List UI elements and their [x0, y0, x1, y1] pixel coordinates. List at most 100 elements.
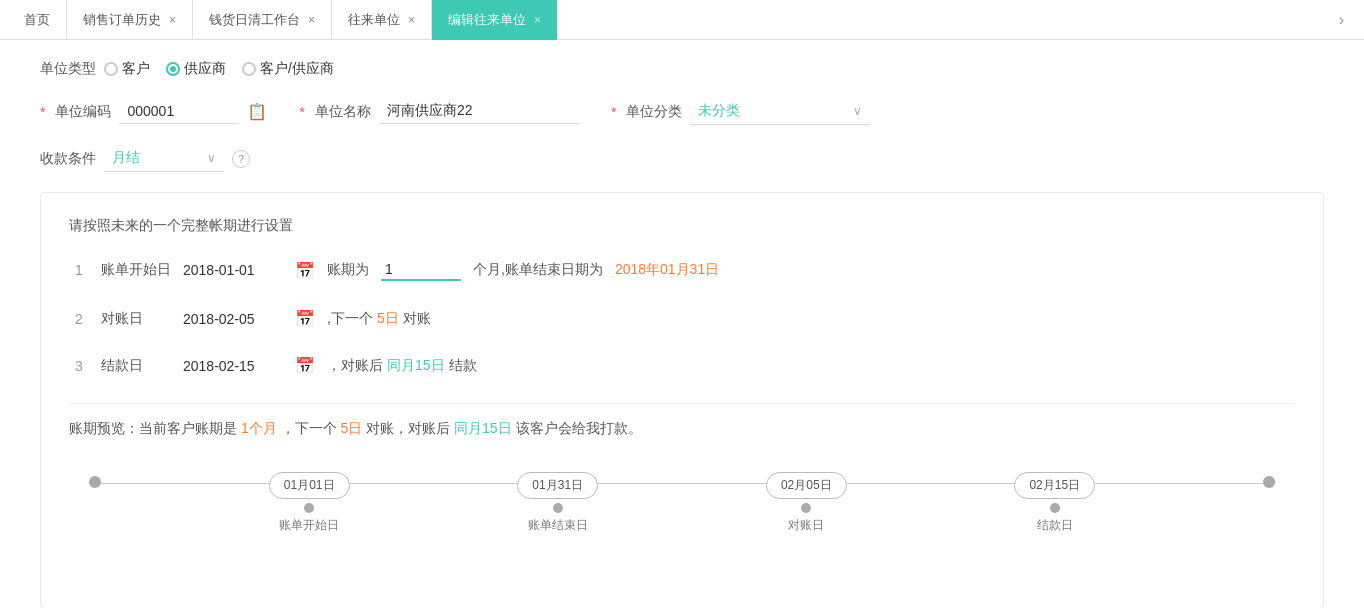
- preview-suffix: 该客户会给我打款。: [516, 420, 642, 436]
- period-desc-prefix: 账期为: [327, 261, 369, 279]
- reconcile-desc: ,下一个5日对账: [327, 310, 431, 328]
- tab-partner[interactable]: 往来单位 ×: [332, 0, 432, 40]
- payment-desc: ，对账后同月15日结款: [327, 357, 477, 375]
- timeline-dot-2: [553, 503, 563, 513]
- payment-terms-value: 月结: [112, 149, 199, 167]
- preview-day-orange: 5日: [340, 420, 362, 436]
- radio-supplier-circle: [166, 62, 180, 76]
- tab-close-cash-work[interactable]: ×: [308, 13, 315, 27]
- period-desc-unit: 个月,账单结束日期为: [473, 261, 603, 279]
- unit-category-field: * 单位分类 未分类 ∨: [611, 98, 870, 125]
- unit-category-arrow-icon: ∨: [853, 104, 862, 118]
- unit-code-required: *: [40, 104, 45, 120]
- row-num-2: 2: [69, 311, 89, 327]
- payment-terms-field: 收款条件 月结 ∨ ?: [40, 145, 250, 172]
- radio-customer-supplier-circle: [242, 62, 256, 76]
- preview-mid2: 对账，对账后: [366, 420, 450, 436]
- timeline-node-3: 02月05日 对账日: [766, 472, 847, 534]
- tab-close-partner[interactable]: ×: [408, 13, 415, 27]
- reconcile-date: 2018-02-05: [183, 311, 283, 327]
- unit-name-field: * 单位名称: [299, 99, 578, 124]
- timeline-label-2: 账单结束日: [528, 517, 588, 534]
- timeline-label-4: 结款日: [1037, 517, 1073, 534]
- timeline-label-3: 对账日: [788, 517, 824, 534]
- radio-customer-supplier-label: 客户/供应商: [260, 60, 334, 78]
- radio-supplier-label: 供应商: [184, 60, 226, 78]
- unit-type-row: 单位类型 客户 供应商 客户/供应商: [40, 60, 1324, 78]
- main-content: 单位类型 客户 供应商 客户/供应商 * 单位编码: [0, 40, 1364, 608]
- preview-day-teal: 同月15日: [454, 420, 512, 436]
- timeline-start-dot-circle: [89, 476, 101, 488]
- timeline-label-1: 账单开始日: [279, 517, 339, 534]
- radio-customer[interactable]: 客户: [104, 60, 150, 78]
- unit-name-label: 单位名称: [315, 103, 371, 121]
- timeline-end-dot: [1263, 472, 1275, 488]
- preview-prefix: 账期预览：当前客户账期是: [69, 420, 237, 436]
- unit-type-label: 单位类型: [40, 60, 96, 78]
- unit-code-label: 单位编码: [55, 103, 111, 121]
- radio-customer-circle: [104, 62, 118, 76]
- timeline-badge-3: 02月05日: [766, 472, 847, 499]
- unit-name-required: *: [299, 104, 304, 120]
- radio-customer-supplier[interactable]: 客户/供应商: [242, 60, 334, 78]
- tab-bar: 首页 销售订单历史 × 钱货日清工作台 × 往来单位 × 编辑往来单位 × ›: [0, 0, 1364, 40]
- unit-category-label: 单位分类: [626, 103, 682, 121]
- tab-close-edit-partner[interactable]: ×: [534, 13, 541, 27]
- preview-text: 账期预览：当前客户账期是 1个月 ，下一个 5日 对账，对账后 同月15日 该客…: [69, 420, 1295, 438]
- account-end-date-highlight: 2018年01月31日: [615, 261, 719, 279]
- radio-customer-label: 客户: [122, 60, 150, 78]
- setting-row-1: 1 账单开始日 2018-01-01 📅 账期为 个月,账单结束日期为 2018…: [69, 259, 1295, 281]
- payment-terms-row: 收款条件 月结 ∨ ?: [40, 145, 1324, 172]
- tab-sales-history[interactable]: 销售订单历史 ×: [67, 0, 193, 40]
- payment-terms-label: 收款条件: [40, 150, 96, 168]
- payment-terms-dropdown[interactable]: 月结 ∨: [104, 145, 224, 172]
- timeline-start-dot: [89, 472, 101, 488]
- setting-row-3: 3 结款日 2018-02-15 📅 ，对账后同月15日结款: [69, 356, 1295, 375]
- settings-panel: 请按照未来的一个完整帐期进行设置 1 账单开始日 2018-01-01 📅 账期…: [40, 192, 1324, 608]
- tab-cash-work[interactable]: 钱货日清工作台 ×: [193, 0, 332, 40]
- account-start-calendar-icon[interactable]: 📅: [295, 261, 315, 280]
- preview-mid1: ，下一个: [281, 420, 337, 436]
- panel-title: 请按照未来的一个完整帐期进行设置: [69, 217, 1295, 235]
- payment-day-highlight: 同月15日: [387, 357, 445, 375]
- unit-info-row: * 单位编码 📋 * 单位名称 * 单位分类 未分类 ∨: [40, 98, 1324, 125]
- payment-terms-arrow-icon: ∨: [207, 151, 216, 165]
- timeline-dot-4: [1050, 503, 1060, 513]
- timeline-dot-3: [801, 503, 811, 513]
- timeline-node-1: 01月01日 账单开始日: [269, 472, 350, 534]
- reconcile-label: 对账日: [101, 310, 171, 328]
- row-num-1: 1: [69, 262, 89, 278]
- timeline-dot-1: [304, 503, 314, 513]
- unit-category-value: 未分类: [698, 102, 845, 120]
- reconcile-calendar-icon[interactable]: 📅: [295, 309, 315, 328]
- preview-section: 账期预览：当前客户账期是 1个月 ，下一个 5日 对账，对账后 同月15日 该客…: [69, 403, 1295, 584]
- unit-name-input[interactable]: [379, 99, 579, 124]
- payment-date: 2018-02-15: [183, 358, 283, 374]
- timeline-badge-1: 01月01日: [269, 472, 350, 499]
- account-start-date: 2018-01-01: [183, 262, 283, 278]
- timeline-container: 01月01日 账单开始日 01月31日 账单结束日 02月05日: [69, 462, 1295, 584]
- period-value-input[interactable]: [381, 259, 461, 281]
- tab-edit-partner[interactable]: 编辑往来单位 ×: [432, 0, 558, 40]
- payment-terms-help-icon[interactable]: ?: [232, 150, 250, 168]
- unit-code-calendar-icon[interactable]: 📋: [247, 102, 267, 121]
- payment-calendar-icon[interactable]: 📅: [295, 356, 315, 375]
- tab-more-button[interactable]: ›: [1327, 11, 1356, 29]
- tab-close-sales-history[interactable]: ×: [169, 13, 176, 27]
- timeline-end-dot-circle: [1263, 476, 1275, 488]
- row-num-3: 3: [69, 358, 89, 374]
- unit-category-required: *: [611, 104, 616, 120]
- timeline-badge-2: 01月31日: [517, 472, 598, 499]
- unit-type-radio-group: 客户 供应商 客户/供应商: [104, 60, 334, 78]
- unit-code-input[interactable]: [119, 99, 239, 124]
- preview-period: 1个月: [241, 420, 277, 436]
- payment-label: 结款日: [101, 357, 171, 375]
- unit-code-field: * 单位编码 📋: [40, 99, 267, 124]
- timeline-node-4: 02月15日 结款日: [1014, 472, 1095, 534]
- tab-home[interactable]: 首页: [8, 0, 67, 40]
- unit-category-dropdown[interactable]: 未分类 ∨: [690, 98, 870, 125]
- setting-row-2: 2 对账日 2018-02-05 📅 ,下一个5日对账: [69, 309, 1295, 328]
- timeline-nodes: 01月01日 账单开始日 01月31日 账单结束日 02月05日: [89, 472, 1275, 534]
- radio-supplier[interactable]: 供应商: [166, 60, 226, 78]
- unit-type-field: 单位类型 客户 供应商 客户/供应商: [40, 60, 334, 78]
